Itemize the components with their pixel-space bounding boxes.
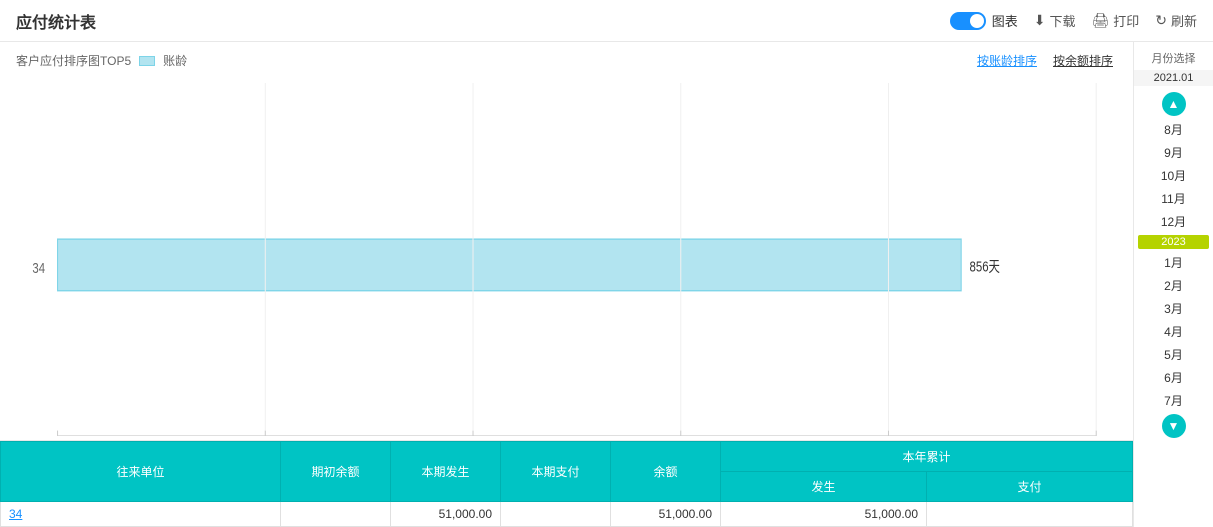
toggle-thumb: [970, 14, 984, 28]
sidebar-month-item[interactable]: 9月: [1134, 141, 1213, 164]
refresh-icon: ↻: [1155, 12, 1167, 29]
sidebar-month-item[interactable]: 3月: [1134, 297, 1213, 320]
table-area: 往来单位 期初余额 本期发生 本期支付 余额 本年累计 发生 支付: [0, 440, 1133, 527]
chart-wrapper: 34 856天 0 200 400 600: [0, 75, 1133, 440]
toggle-label: 图表: [992, 11, 1018, 30]
cell-year-pay: [927, 502, 1133, 527]
sidebar-month-item[interactable]: 2月: [1134, 274, 1213, 297]
cell-unit[interactable]: 34: [1, 502, 281, 527]
bar-chart: 34 856天 0 200 400 600: [16, 83, 1117, 436]
chart-legend: 客户应付排序图TOP5 账龄: [16, 52, 187, 69]
sidebar-month-item[interactable]: 6月: [1134, 366, 1213, 389]
svg-text:34: 34: [32, 260, 45, 277]
page-title: 应付统计表: [16, 9, 96, 33]
col-header-year-occur: 发生: [721, 472, 927, 502]
sidebar-date: 2021.01: [1134, 70, 1213, 86]
sidebar-month-item[interactable]: 11月: [1134, 187, 1213, 210]
stats-table: 往来单位 期初余额 本期发生 本期支付 余额 本年累计 发生 支付: [0, 441, 1133, 527]
legend-label: 客户应付排序图TOP5: [16, 52, 131, 69]
cell-year-occur: 51,000.00: [721, 502, 927, 527]
sort-tab-age[interactable]: 按账龄排序: [973, 50, 1041, 71]
download-icon: ⬇: [1034, 12, 1046, 29]
year-badge: 2023: [1138, 235, 1209, 249]
legend-item-label: 账龄: [163, 52, 187, 69]
sidebar-month-item[interactable]: 1月: [1134, 251, 1213, 274]
col-header-period-balance: 期初余额: [281, 442, 391, 502]
cell-period-balance: [281, 502, 391, 527]
col-header-year-accumulate: 本年累计: [721, 442, 1133, 472]
sidebar-month-item[interactable]: 10月: [1134, 164, 1213, 187]
cell-period-occur: 51,000.00: [391, 502, 501, 527]
col-header-year-pay: 支付: [927, 472, 1133, 502]
sidebar-nav-down[interactable]: ▼: [1162, 414, 1186, 438]
header-actions: 图表 ⬇ 下载 🖨 打印 ↻ 刷新: [950, 11, 1197, 30]
col-header-balance: 余额: [611, 442, 721, 502]
print-icon: 🖨: [1091, 12, 1109, 29]
sidebar-month-item[interactable]: 12月: [1134, 210, 1213, 233]
col-header-unit: 往来单位: [1, 442, 281, 502]
sidebar-month-item[interactable]: 8月: [1134, 118, 1213, 141]
sidebar-nav-up[interactable]: ▲: [1162, 92, 1186, 116]
sidebar-month-item[interactable]: 5月: [1134, 343, 1213, 366]
col-header-period-pay: 本期支付: [501, 442, 611, 502]
table-row: 34 51,000.00 51,000.00 51,000.00: [1, 502, 1133, 527]
sidebar-title: 月份选择: [1152, 46, 1196, 70]
toggle-track: [950, 12, 986, 30]
legend-box: [139, 56, 155, 66]
sidebar-month-item[interactable]: 4月: [1134, 320, 1213, 343]
download-button[interactable]: ⬇ 下载: [1034, 11, 1076, 30]
chart-toggle[interactable]: 图表: [950, 11, 1018, 30]
print-button[interactable]: 🖨 打印: [1091, 11, 1139, 30]
refresh-button[interactable]: ↻ 刷新: [1155, 11, 1197, 30]
sidebar-month-item[interactable]: 7月: [1134, 389, 1213, 412]
sidebar: 月份选择 2021.01 ▲ 8月9月10月11月12月 2023 1月2月3月4月…: [1133, 42, 1213, 527]
cell-period-pay: [501, 502, 611, 527]
sidebar-months: 8月9月10月11月12月 2023 1月2月3月4月5月6月7月: [1134, 118, 1213, 412]
svg-text:856天: 856天: [970, 258, 1000, 275]
sort-tab-balance[interactable]: 按余额排序: [1049, 50, 1117, 71]
col-header-period-occur: 本期发生: [391, 442, 501, 502]
sort-tabs: 按账龄排序 按余额排序: [973, 50, 1117, 71]
cell-balance: 51,000.00: [611, 502, 721, 527]
